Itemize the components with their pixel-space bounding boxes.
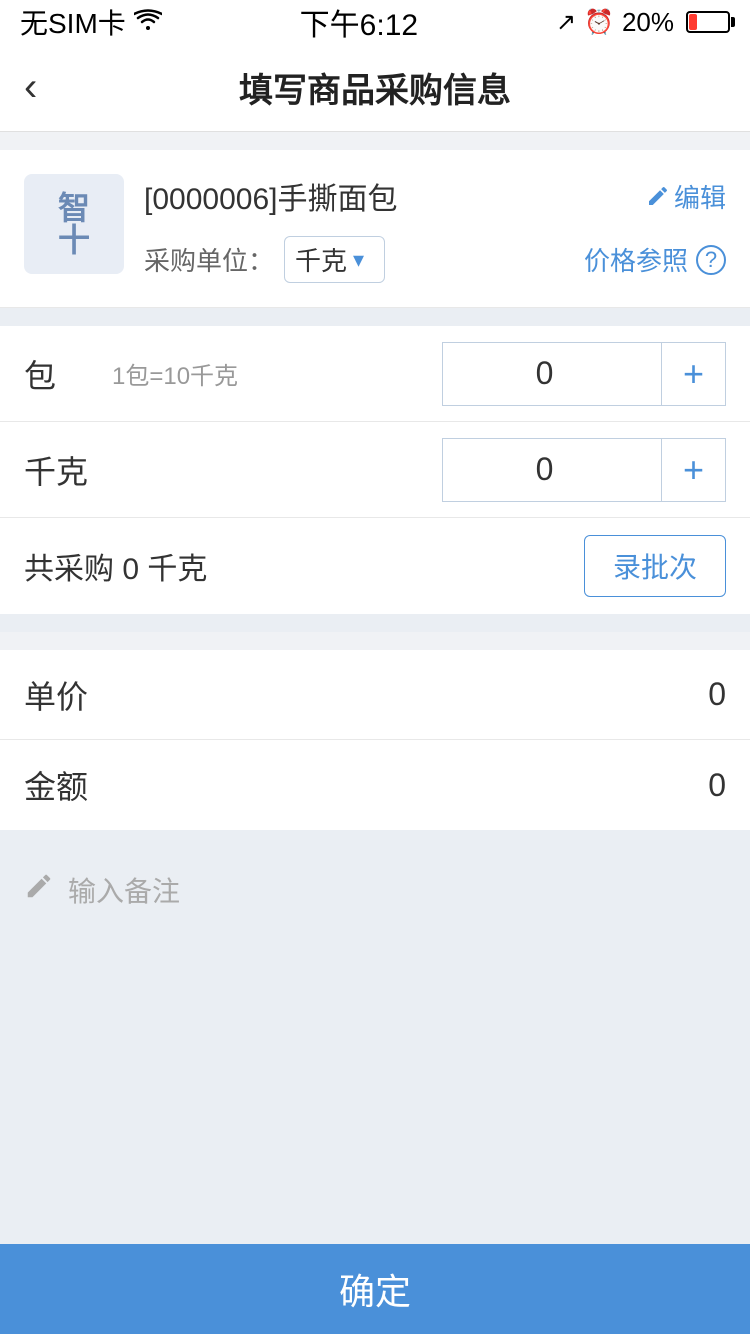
section-divider-1 (0, 308, 750, 326)
kg-quantity-control: + (442, 438, 726, 502)
confirm-button-label: 确定 (339, 1263, 411, 1315)
bag-label: 包 (24, 351, 104, 397)
battery-percent: 20% (622, 7, 674, 38)
product-info-bottom: 采购单位： 千克 ▾ 价格参照 ? (144, 236, 726, 283)
product-info: [0000006]手撕面包 编辑 采购单位： 千克 ▾ 价格参照 ? (144, 174, 726, 283)
nav-bar: ‹ 填写商品采购信息 (0, 44, 750, 132)
price-ref-button[interactable]: 价格参照 ? (584, 241, 726, 278)
summary-row: 共采购 0 千克 录批次 (0, 518, 750, 614)
location-icon: ↗ (556, 8, 576, 37)
confirm-button-bar[interactable]: 确定 (0, 1244, 750, 1334)
product-card: 智 十 [0000006]手撕面包 编辑 采购单位： 千克 ▾ 价格参照 (0, 150, 750, 308)
product-image: 智 十 (24, 174, 124, 274)
unit-price-label: 单价 (24, 672, 88, 718)
status-bar-time: 下午6:12 (300, 0, 418, 44)
content-background (0, 950, 750, 1250)
status-bar: 无SIM卡 下午6:12 ↗ ⏰ 20% (0, 0, 750, 44)
dropdown-arrow: ▾ (353, 247, 364, 273)
notes-placeholder: 输入备注 (68, 870, 180, 910)
edit-button[interactable]: 编辑 (646, 178, 726, 215)
notes-section[interactable]: 输入备注 (0, 830, 750, 950)
back-button[interactable]: ‹ (24, 65, 37, 110)
bag-quantity-control: + (442, 342, 726, 406)
carrier-label: 无SIM卡 (20, 2, 126, 42)
status-bar-right: ↗ ⏰ 20% (556, 7, 730, 38)
amount-value: 0 (708, 767, 726, 804)
section-divider-2 (0, 614, 750, 632)
unit-label: 采购单位： 千克 ▾ (144, 236, 385, 283)
price-section: 单价 0 金额 0 (0, 650, 750, 830)
unit-price-value: 0 (708, 676, 726, 713)
bag-row: 包 1包=10千克 + (0, 326, 750, 422)
product-info-top: [0000006]手撕面包 编辑 (144, 174, 726, 218)
bag-quantity-input[interactable] (442, 342, 662, 406)
price-ref-question-icon: ? (696, 245, 726, 275)
page-title: 填写商品采购信息 (239, 63, 511, 112)
unit-price-row: 单价 0 (0, 650, 750, 740)
amount-row: 金额 0 (0, 740, 750, 830)
wifi-icon (134, 6, 162, 38)
status-bar-left: 无SIM卡 (20, 2, 162, 42)
pencil-icon (24, 871, 54, 909)
kg-plus-button[interactable]: + (662, 438, 726, 502)
alarm-icon: ⏰ (584, 8, 614, 37)
kg-row: 千克 + (0, 422, 750, 518)
bag-plus-button[interactable]: + (662, 342, 726, 406)
quantity-section: 包 1包=10千克 + 千克 + (0, 326, 750, 518)
battery-icon (686, 11, 730, 33)
kg-quantity-input[interactable] (442, 438, 662, 502)
product-logo: 智 十 (58, 192, 90, 256)
bag-sub-label: 1包=10千克 (112, 356, 238, 391)
amount-label: 金额 (24, 762, 88, 808)
unit-select[interactable]: 千克 ▾ (284, 236, 385, 283)
record-batch-button[interactable]: 录批次 (584, 535, 726, 597)
product-name: [0000006]手撕面包 (144, 174, 397, 218)
summary-text: 共采购 0 千克 (24, 544, 207, 588)
kg-label: 千克 (24, 447, 104, 493)
